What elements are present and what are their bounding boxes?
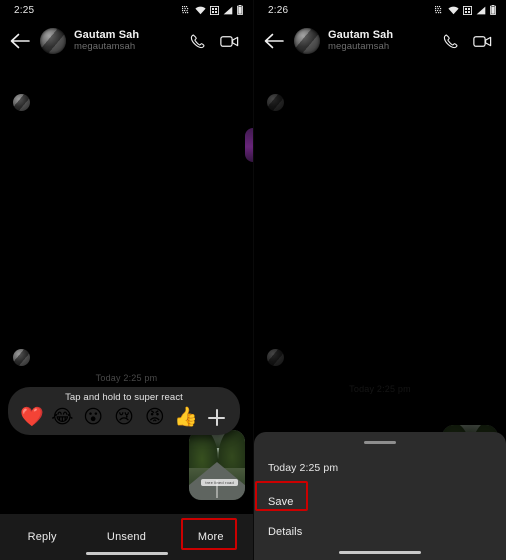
header-actions	[442, 33, 496, 50]
network-qr-icon	[435, 5, 444, 15]
chat-header-left: Gautam Sah megautamsah	[0, 20, 253, 62]
thumbs-up-reaction-icon[interactable]: 👍	[174, 406, 198, 429]
contact-name: Gautam Sah	[74, 28, 140, 41]
photo-scene: tree lined road	[189, 430, 245, 500]
contact-username: megautamsah	[74, 41, 136, 53]
reply-button[interactable]: Reply	[0, 531, 84, 543]
battery-icon	[490, 5, 496, 15]
right-phone-panel: 2:26 Gautam Sah megautamsah Today 2:25 p…	[253, 0, 506, 560]
save-button[interactable]: Save	[268, 496, 293, 508]
status-time: 2:25	[14, 4, 35, 16]
contact-username: megautamsah	[328, 41, 390, 53]
heart-reaction-icon[interactable]: ❤️	[20, 406, 44, 429]
status-bar-left: 2:25	[0, 0, 253, 20]
network-qr-icon	[182, 5, 191, 15]
status-bar-right: 2:26	[254, 0, 506, 20]
status-icon-group	[435, 5, 496, 15]
message-options-sheet: Today 2:25 pm Save Details	[254, 432, 506, 560]
android-gesture-bar	[85, 552, 168, 555]
back-arrow-icon[interactable]	[8, 29, 32, 53]
message-action-bar: Reply Unsend More	[0, 514, 253, 560]
avatar[interactable]	[40, 28, 66, 54]
sad-reaction-icon[interactable]: 😢	[112, 406, 135, 429]
status-icon-group	[182, 5, 243, 15]
back-arrow-icon[interactable]	[262, 29, 286, 53]
wow-reaction-icon[interactable]: 😮	[82, 406, 105, 429]
reaction-picker-bar: Tap and hold to super react ❤️ 😂 😮 😢 😡 👍	[8, 387, 240, 435]
sim-grid-icon	[210, 5, 219, 15]
laughing-reaction-icon[interactable]: 😂	[51, 406, 74, 429]
contact-identity[interactable]: Gautam Sah megautamsah	[74, 29, 181, 54]
screenshot-stage: 2:25 Gautam Sah megautamsah Today 2:25 p…	[0, 0, 506, 560]
sheet-timestamp: Today 2:25 pm	[268, 462, 339, 474]
battery-icon	[237, 5, 243, 15]
conversation-area-left: Today 2:25 pm tree lined road Tap and ho…	[0, 62, 253, 560]
plus-icon[interactable]	[205, 406, 228, 429]
android-gesture-bar	[339, 551, 421, 554]
wifi-icon	[448, 6, 459, 15]
partial-message-bubble[interactable]	[245, 128, 253, 162]
status-time: 2:26	[268, 4, 289, 16]
phone-icon[interactable]	[189, 33, 206, 50]
message-avatar	[13, 94, 30, 111]
chat-header-right: Gautam Sah megautamsah	[254, 20, 506, 62]
contact-name: Gautam Sah	[328, 28, 394, 41]
phone-icon[interactable]	[442, 33, 459, 50]
unsend-button[interactable]: Unsend	[84, 531, 168, 543]
message-avatar	[13, 349, 30, 366]
photo-message-thumbnail[interactable]: tree lined road	[189, 430, 245, 500]
avatar[interactable]	[294, 28, 320, 54]
reaction-hint-text: Tap and hold to super react	[65, 392, 183, 403]
sheet-grabber-handle[interactable]	[364, 441, 396, 444]
contact-identity[interactable]: Gautam Sah megautamsah	[328, 29, 434, 54]
reaction-emoji-row: ❤️ 😂 😮 😢 😡 👍	[8, 406, 240, 429]
wifi-icon	[195, 6, 206, 15]
signal-icon	[223, 6, 233, 15]
more-button[interactable]: More	[169, 531, 253, 543]
day-timestamp: Today 2:25 pm	[95, 373, 158, 383]
video-camera-icon[interactable]	[220, 34, 239, 49]
angry-reaction-icon[interactable]: 😡	[143, 406, 166, 429]
sim-grid-icon	[463, 5, 472, 15]
video-camera-icon[interactable]	[473, 34, 492, 49]
details-button[interactable]: Details	[268, 526, 302, 538]
header-actions	[189, 33, 243, 50]
photo-caption: tree lined road	[201, 479, 238, 486]
signal-icon	[476, 6, 486, 15]
left-phone-panel: 2:25 Gautam Sah megautamsah Today 2:25 p…	[0, 0, 253, 560]
